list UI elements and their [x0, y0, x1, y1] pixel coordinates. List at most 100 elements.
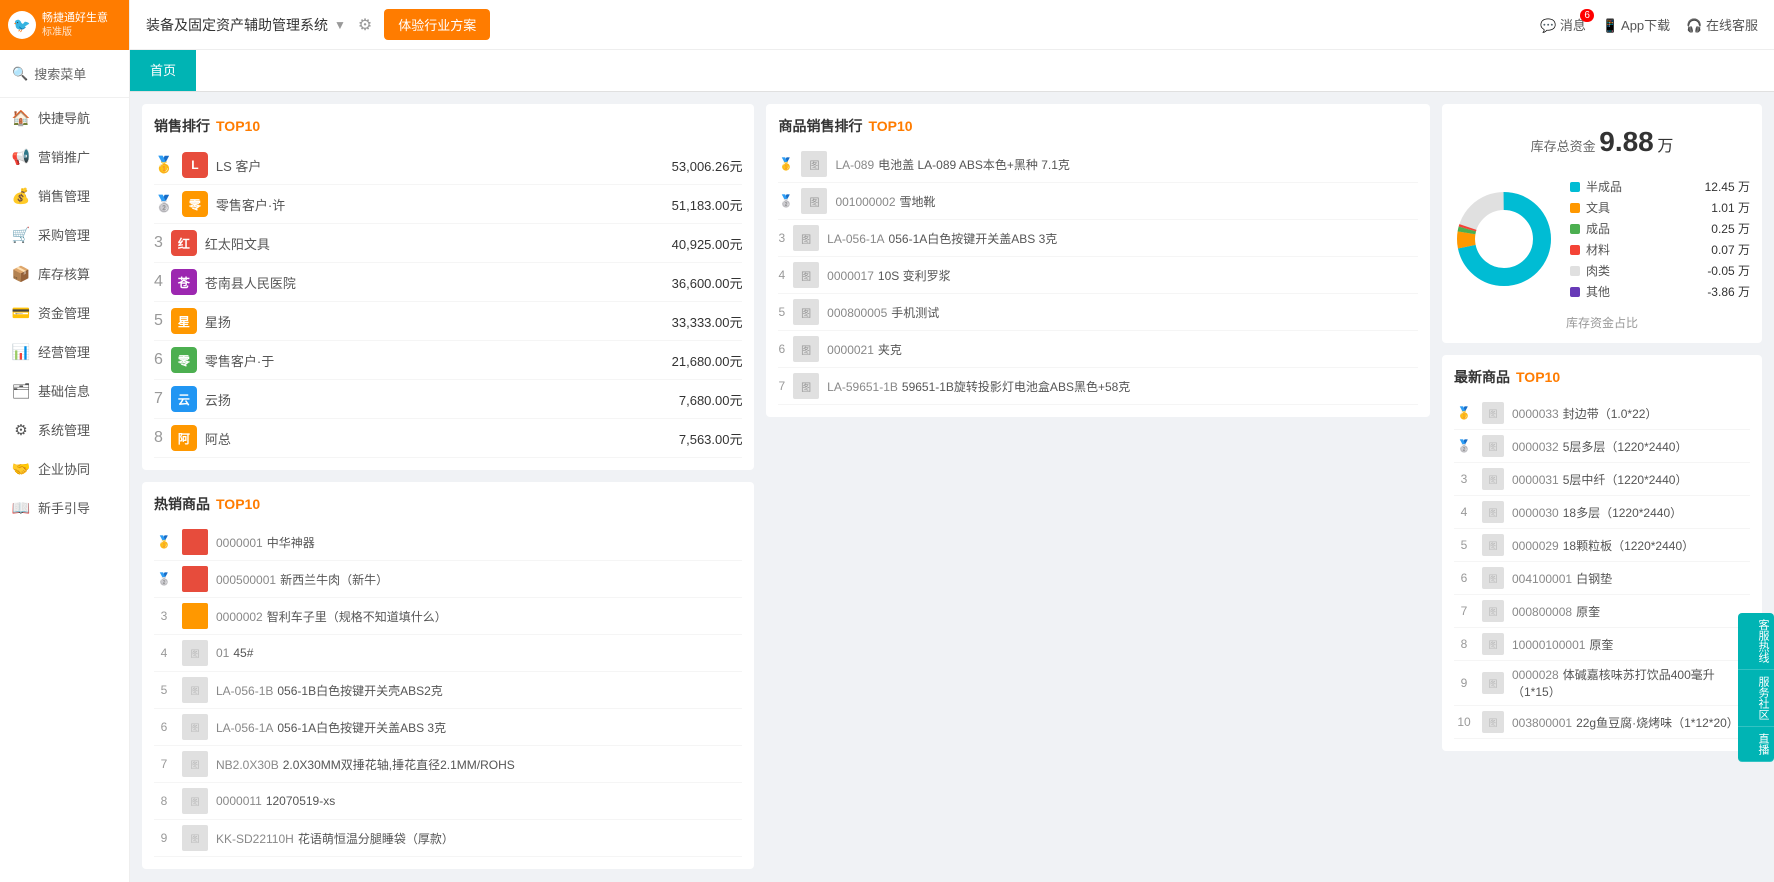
rank-name: 零售客户·许: [216, 195, 664, 214]
product-image: 图: [793, 225, 819, 251]
latest-product-image: 图: [1482, 633, 1504, 655]
sidebar-nav-item-库存核算[interactable]: 📦库存核算: [0, 254, 129, 293]
sales-ranking-title: 销售排行 TOP10: [154, 116, 742, 136]
latest-rank-num: 4: [1454, 505, 1474, 519]
latest-product-item: 9 图 0000028体碱嘉核味苏打饮品400毫升（1*15）: [1454, 661, 1750, 706]
sidebar-nav-item-资金管理[interactable]: 💳资金管理: [0, 293, 129, 332]
latest-rank-num: 3: [1454, 472, 1474, 486]
sidebar-nav-item-系统管理[interactable]: ⚙系统管理: [0, 410, 129, 449]
nav-icon: 📖: [12, 499, 30, 517]
legend-value: -3.86 万: [1707, 283, 1750, 300]
hot-rank-num: 5: [154, 683, 174, 697]
hot-product-item: 4 图 0145#: [154, 635, 742, 672]
sales-rank-list: 🥇 L LS 客户 53,006.26元 🥈 零 零售客户·许 51,183.0…: [154, 146, 742, 458]
sidebar-nav-item-快捷导航[interactable]: 🏠快捷导航: [0, 98, 129, 137]
hot-rank-num: 🥈: [154, 572, 174, 586]
product-rank-item: 6 图 0000021夹克: [778, 331, 1418, 368]
product-rank-list: 🥇 图 LA-089电池盖 LA-089 ABS本色+黑种 7.1克 🥈 图 0…: [778, 146, 1418, 405]
trial-button[interactable]: 体验行业方案: [384, 9, 490, 40]
app-download-button[interactable]: 📱 App下载: [1602, 15, 1670, 34]
nav-label: 企业协同: [38, 459, 90, 478]
message-button[interactable]: 💬 消息 6: [1540, 15, 1586, 34]
sidebar-nav-item-销售管理[interactable]: 💰销售管理: [0, 176, 129, 215]
headset-icon: 🎧: [1686, 18, 1702, 33]
logo-text: 畅捷通好生意 标准版: [42, 11, 108, 38]
sidebar-nav-item-采购管理[interactable]: 🛒采购管理: [0, 215, 129, 254]
float-btn-2[interactable]: 直播: [1738, 727, 1774, 762]
rank-amount: 53,006.26元: [672, 156, 743, 175]
nav-icon: 📊: [12, 343, 30, 361]
tab-home[interactable]: 首页: [130, 50, 196, 91]
sidebar-nav-item-企业协同[interactable]: 🤝企业协同: [0, 449, 129, 488]
hot-product-item: 6 图 LA-056-1A056-1A白色按键开关盖ABS 3克: [154, 709, 742, 746]
hot-product-image: [182, 603, 208, 629]
hot-product-name: LA-056-1A056-1A白色按键开关盖ABS 3克: [216, 719, 742, 736]
latest-rank-num: 🥇: [1454, 406, 1474, 420]
rank-avatar: 星: [171, 308, 197, 334]
sidebar-nav-item-经营管理[interactable]: 📊经营管理: [0, 332, 129, 371]
product-image: 图: [793, 262, 819, 288]
gear-icon[interactable]: ⚙: [358, 15, 372, 35]
online-service-button[interactable]: 🎧 在线客服: [1686, 15, 1758, 34]
rank-amount: 40,925.00元: [672, 234, 743, 253]
sidebar-nav-item-营销推广[interactable]: 📢营销推广: [0, 137, 129, 176]
latest-product-name: 10000100001原奎: [1512, 636, 1750, 653]
legend-dot: [1570, 287, 1580, 297]
legend-value: 12.45 万: [1705, 178, 1750, 195]
rank-item: 🥇 L LS 客户 53,006.26元: [154, 146, 742, 185]
rank-item: 3 红 红太阳文具 40,925.00元: [154, 224, 742, 263]
hot-product-image: [182, 566, 208, 592]
topbar-right: 💬 消息 6 📱 App下载 🎧 在线客服: [1540, 15, 1758, 34]
sidebar-logo: 🐦 畅捷通好生意 标准版: [0, 0, 129, 50]
dropdown-arrow-icon: ▼: [334, 18, 346, 32]
latest-product-name: 0000028体碱嘉核味苏打饮品400毫升（1*15）: [1512, 666, 1750, 700]
hot-product-name: KK-SD22110H花语萌恒温分腿睡袋（厚款）: [216, 830, 742, 847]
prod-rank-medal: 7: [778, 379, 785, 393]
rank-avatar: 红: [171, 230, 197, 256]
rank-name: 红太阳文具: [205, 234, 664, 253]
product-name: 000800005手机测试: [827, 304, 1418, 321]
rank-avatar: L: [182, 152, 208, 178]
rank-item: 4 苍 苍南县人民医院 36,600.00元: [154, 263, 742, 302]
product-rank-item: 5 图 000800005手机测试: [778, 294, 1418, 331]
hot-product-name: 000001112070519-xs: [216, 794, 742, 808]
search-menu-item[interactable]: 🔍 搜索菜单: [8, 58, 121, 89]
main-area: 装备及固定资产辅助管理系统 ▼ ⚙ 体验行业方案 💬 消息 6 📱 App下载 …: [130, 0, 1774, 882]
sidebar-nav-item-基础信息[interactable]: 🗂基础信息: [0, 371, 129, 410]
hot-products-list: 🥇 0000001中华神器 🥈 000500001新西兰牛肉（新牛） 3 000…: [154, 524, 742, 857]
nav-label: 营销推广: [38, 147, 90, 166]
rank-item: 8 阿 阿总 7,563.00元: [154, 419, 742, 458]
latest-product-name: 0000033封边带（1.0*22）: [1512, 405, 1750, 422]
latest-product-name: 000800008原奎: [1512, 603, 1750, 620]
prod-rank-medal: 3: [778, 231, 785, 245]
left-column: 销售排行 TOP10 🥇 L LS 客户 53,006.26元 🥈 零 零售客户…: [142, 104, 754, 870]
sidebar-nav-item-新手引导[interactable]: 📖新手引导: [0, 488, 129, 527]
latest-product-item: 5 图 000002918颗粒板（1220*2440）: [1454, 529, 1750, 562]
nav-label: 基础信息: [38, 381, 90, 400]
legend-item: 半成品 12.45 万: [1570, 176, 1750, 197]
hot-rank-num: 8: [154, 794, 174, 808]
rank-amount: 21,680.00元: [672, 351, 743, 370]
rank-name: LS 客户: [216, 156, 664, 175]
latest-product-image: 图: [1482, 435, 1504, 457]
topbar: 装备及固定资产辅助管理系统 ▼ ⚙ 体验行业方案 💬 消息 6 📱 App下载 …: [130, 0, 1774, 50]
rank-medal: 🥈: [154, 194, 174, 214]
hot-products-card: 热销商品 TOP10 🥇 0000001中华神器 🥈 000500001新西兰牛…: [142, 482, 754, 869]
latest-product-name: 00000325层多层（1220*2440）: [1512, 438, 1750, 455]
latest-product-item: 10 图 00380000122g鱼豆腐·烧烤味（1*12*20）: [1454, 706, 1750, 739]
hot-product-item: 3 0000002智利车子里（规格不知道填什么）: [154, 598, 742, 635]
float-btn-1[interactable]: 服务社区: [1738, 670, 1774, 727]
float-btn-0[interactable]: 客服热线: [1738, 613, 1774, 670]
latest-rank-num: 10: [1454, 715, 1474, 729]
legend-name: 其他: [1586, 283, 1701, 300]
search-icon: 🔍: [12, 66, 28, 82]
hot-product-image: 图: [182, 751, 208, 777]
hot-product-name: 0000001中华神器: [216, 534, 742, 551]
latest-product-image: 图: [1482, 534, 1504, 556]
rank-name: 阿总: [205, 429, 671, 448]
hot-rank-num: 🥇: [154, 535, 174, 549]
hot-product-name: LA-056-1B056-1B白色按键开关壳ABS2克: [216, 682, 742, 699]
hot-product-item: 7 图 NB2.0X30B2.0X30MM双捶花轴,捶花直径2.1MM/ROHS: [154, 746, 742, 783]
middle-column: 商品销售排行 TOP10 🥇 图 LA-089电池盖 LA-089 ABS本色+…: [766, 104, 1430, 870]
rank-medal: 5: [154, 312, 163, 330]
